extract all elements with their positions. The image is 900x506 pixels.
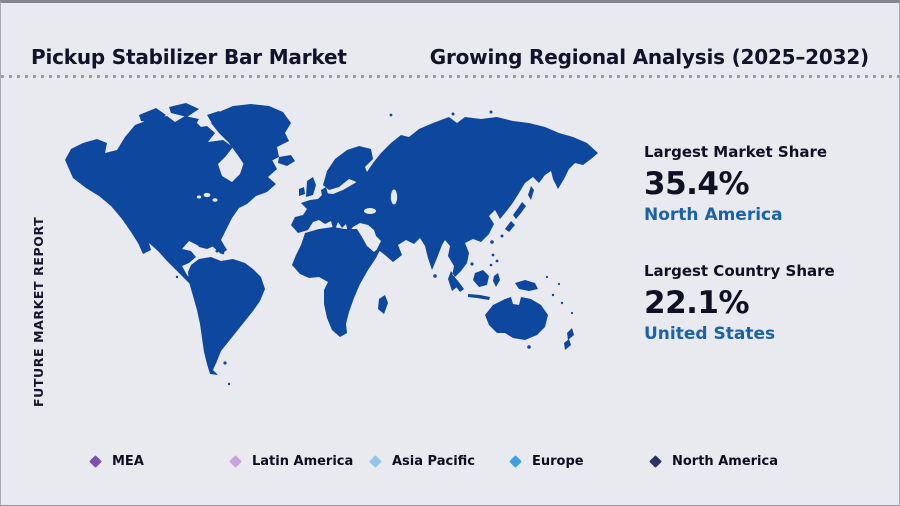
diamond-marker-icon — [649, 454, 662, 468]
stat-label: Largest Market Share — [644, 143, 828, 161]
stat-country-share: Largest Country Share 22.1% United State… — [644, 262, 894, 344]
legend-item-north-america: North America — [649, 453, 791, 469]
world-map-container — [61, 93, 606, 393]
legend-label: North America — [672, 453, 778, 469]
subtitle: Growing Regional Analysis (2025–2032) — [429, 45, 869, 69]
diamond-marker-icon — [89, 454, 102, 468]
stat-region: United States — [644, 324, 776, 344]
british-isles — [299, 177, 316, 197]
legend-label: MEA — [112, 453, 144, 469]
iceland — [278, 155, 295, 166]
continent-south-america — [188, 257, 265, 375]
legend-item-mea: MEA — [89, 453, 231, 469]
dotted-divider — [1, 75, 899, 78]
diamond-marker-icon — [229, 454, 242, 468]
header: Pickup Stabilizer Bar Market Growing Reg… — [1, 3, 899, 75]
legend-label: Europe — [532, 453, 584, 469]
stat-region: North America — [644, 205, 783, 225]
diamond-marker-icon — [369, 454, 382, 468]
madagascar — [378, 295, 388, 314]
continent-africa — [292, 227, 383, 337]
stat-value: 35.4% — [644, 166, 750, 202]
legend-label: Latin America — [252, 453, 354, 469]
stat-label: Largest Country Share — [644, 262, 835, 280]
legend-item-asia-pacific: Asia Pacific — [369, 453, 511, 469]
legend-item-europe: Europe — [509, 453, 651, 469]
infographic-frame: Pickup Stabilizer Bar Market Growing Reg… — [0, 0, 900, 506]
legend-item-latin-america: Latin America — [229, 453, 371, 469]
indonesia-islands — [449, 270, 538, 300]
diamond-marker-icon — [509, 454, 522, 468]
world-map — [65, 103, 598, 386]
stat-market-share: Largest Market Share 35.4% North America — [644, 143, 894, 225]
legend: MEA Latin America Asia Pacific Europe No… — [89, 447, 879, 475]
page-title: Pickup Stabilizer Bar Market — [31, 45, 347, 69]
stats-panel: Largest Market Share 35.4% North America… — [644, 143, 894, 381]
stat-value: 22.1% — [644, 285, 750, 321]
legend-label: Asia Pacific — [392, 453, 476, 469]
report-watermark: FUTURE MARKET REPORT — [31, 216, 46, 407]
continent-australia — [485, 297, 548, 340]
